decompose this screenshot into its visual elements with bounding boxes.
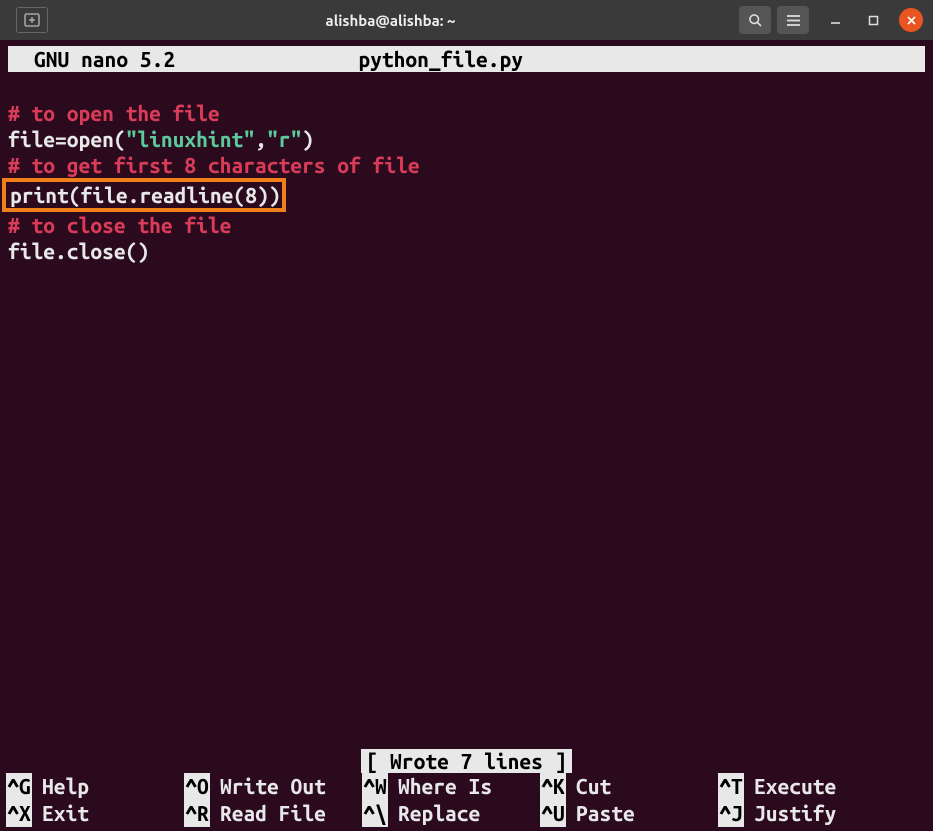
minimize-button[interactable] (823, 8, 847, 32)
shortcut-label: Read File (220, 800, 326, 827)
nano-header: GNU nano 5.2 python_file.py (8, 46, 925, 72)
nano-shortcut-bar: ^G Help ^O Write Out ^W Where Is ^K Cut ^T Ex… (6, 773, 927, 827)
terminal-area[interactable]: GNU nano 5.2 python_file.py # to open th… (0, 40, 933, 290)
status-badge: [ Wrote 7 lines ] (361, 749, 573, 773)
shortcut-label: Write Out (220, 773, 326, 800)
shortcut-label: Exit (42, 800, 89, 827)
maximize-button[interactable] (861, 8, 885, 32)
shortcut-exit[interactable]: ^X Exit (6, 800, 184, 827)
code-comment: # to get first 8 characters of file (8, 153, 420, 177)
window-title: alishba@alishba: ~ (48, 12, 733, 29)
shortcut-paste[interactable]: ^U Paste (540, 800, 718, 827)
code-comment: # to open the file (8, 101, 220, 125)
nano-filename: python_file.py (358, 46, 917, 72)
menu-button[interactable] (777, 6, 809, 34)
shortcut-help[interactable]: ^G Help (6, 773, 184, 800)
shortcut-whereis[interactable]: ^W Where Is (362, 773, 540, 800)
new-tab-button[interactable] (16, 7, 48, 33)
editor-content[interactable]: # to open the file file=open("linuxhint"… (6, 72, 927, 290)
shortcut-label: Execute (754, 773, 836, 800)
close-icon (906, 15, 917, 26)
code-line: , (255, 127, 267, 151)
shortcut-label: Cut (576, 773, 611, 800)
highlighted-line: print(file.readline(8)) (2, 178, 286, 212)
code-line: file.close() (8, 239, 149, 263)
shortcut-key: ^O (184, 773, 210, 800)
shortcut-label: Where Is (398, 773, 492, 800)
close-button[interactable] (899, 8, 923, 32)
nano-app-name: GNU nano 5.2 (16, 46, 358, 72)
code-line: file=open( (8, 127, 126, 151)
hamburger-icon (786, 14, 801, 27)
shortcut-key: ^W (362, 773, 388, 800)
shortcut-key: ^R (184, 800, 210, 827)
shortcut-label: Help (42, 773, 89, 800)
shortcut-key: ^K (540, 773, 566, 800)
shortcut-writeout[interactable]: ^O Write Out (184, 773, 362, 800)
shortcut-execute[interactable]: ^T Execute (718, 773, 896, 800)
shortcut-label: Justify (754, 800, 836, 827)
code-string: "linuxhint" (126, 127, 255, 151)
shortcut-key: ^\ (362, 800, 388, 827)
shortcut-key: ^X (6, 800, 32, 827)
code-string: "r" (267, 127, 302, 151)
search-icon (748, 13, 763, 28)
shortcut-replace[interactable]: ^\ Replace (362, 800, 540, 827)
code-line: print(file.readline(8)) (10, 183, 280, 207)
shortcut-cut[interactable]: ^K Cut (540, 773, 718, 800)
shortcut-label: Replace (398, 800, 480, 827)
maximize-icon (868, 15, 879, 26)
shortcut-key: ^G (6, 773, 32, 800)
shortcut-label: Paste (576, 800, 635, 827)
code-line: ) (302, 127, 314, 151)
shortcut-key: ^U (540, 800, 566, 827)
shortcut-row: ^G Help ^O Write Out ^W Where Is ^K Cut ^T Ex… (6, 773, 927, 800)
shortcut-row: ^X Exit ^R Read File ^\ Replace ^U Paste ^J J… (6, 800, 927, 827)
shortcut-key: ^T (718, 773, 744, 800)
shortcut-readfile[interactable]: ^R Read File (184, 800, 362, 827)
shortcut-key: ^J (718, 800, 744, 827)
window-titlebar: alishba@alishba: ~ (0, 0, 933, 40)
minimize-icon (830, 15, 841, 26)
code-comment: # to close the file (8, 213, 231, 237)
nano-status-line: [ Wrote 7 lines ] (0, 749, 933, 773)
search-button[interactable] (739, 6, 771, 34)
shortcut-justify[interactable]: ^J Justify (718, 800, 896, 827)
